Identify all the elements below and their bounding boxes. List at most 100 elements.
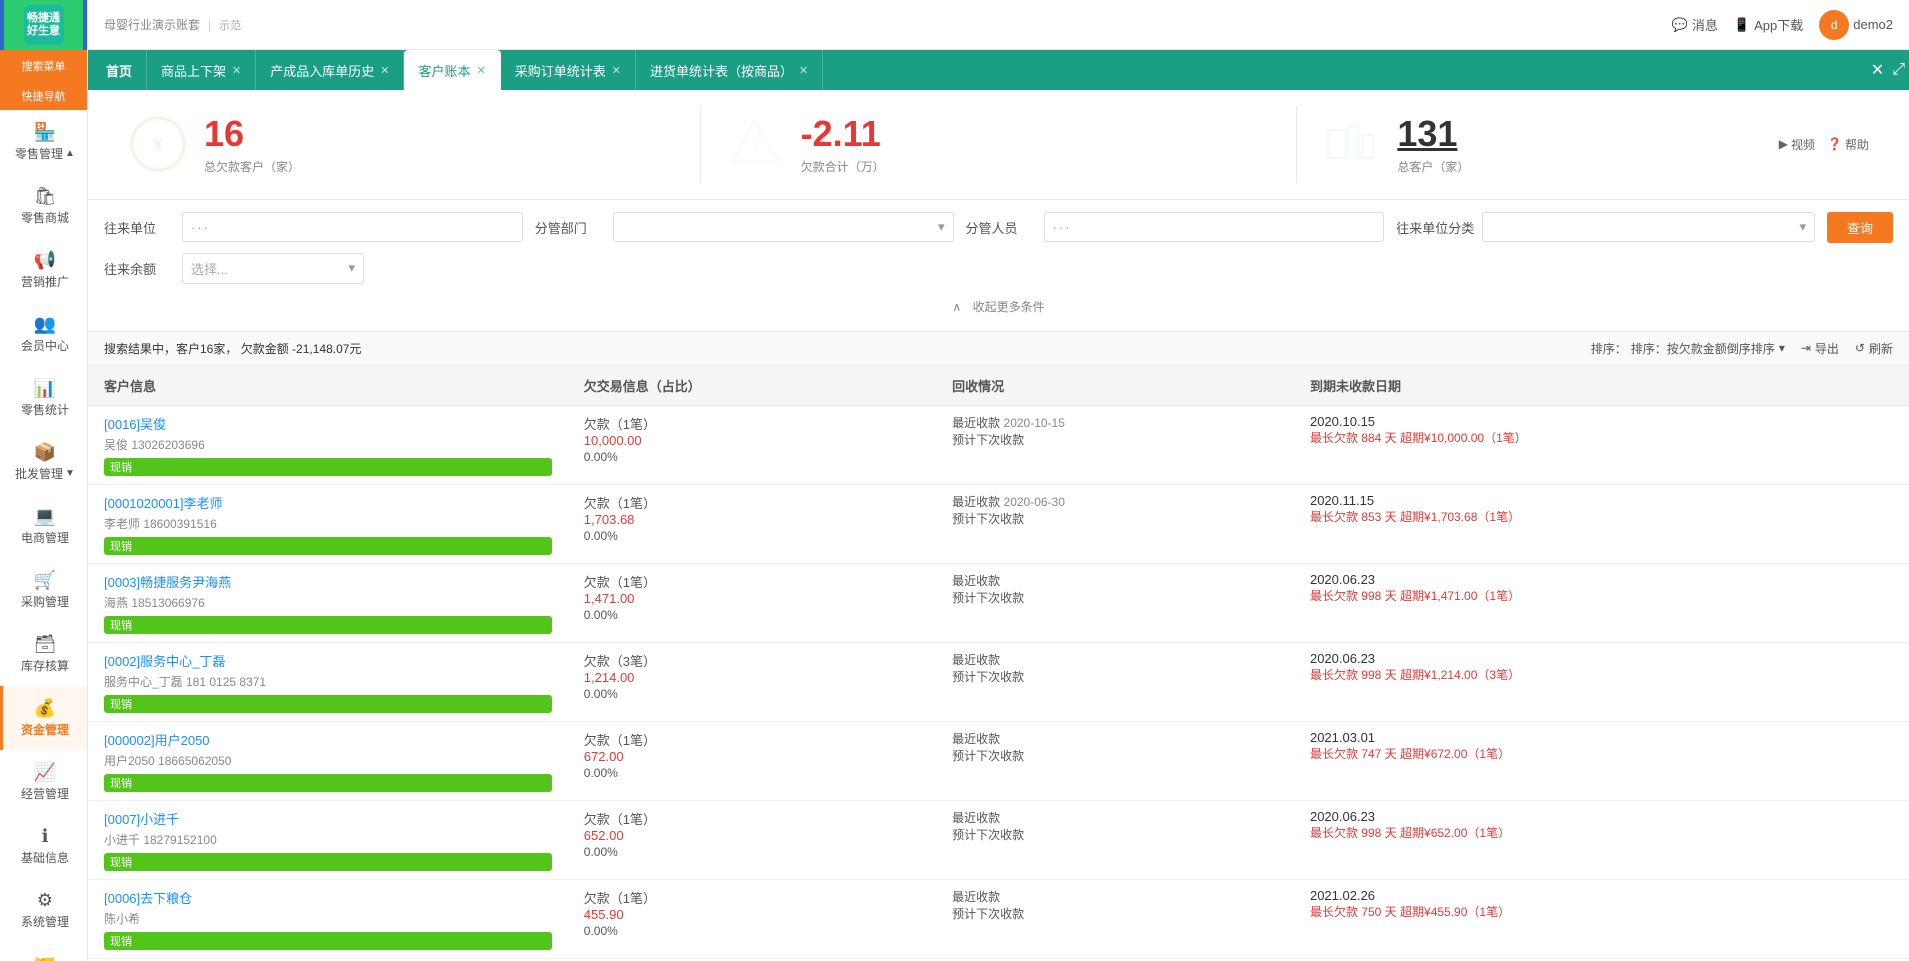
sidebar-item-basic-info[interactable]: ℹ 基础信息	[0, 814, 87, 878]
sidebar-item-retail-stats[interactable]: 📊 零售统计	[0, 366, 87, 430]
total-debt-customers-value: 16	[204, 114, 300, 154]
close-tab-product-history[interactable]: ✕	[380, 64, 389, 77]
customer-info-6: [0006]去下粮仓 陈小希 现销	[104, 888, 552, 950]
close-tab-customer-account[interactable]: ✕	[477, 64, 486, 77]
filter-area: 往来单位 ··· 分管部门 ▾ 分管人员	[88, 200, 1909, 332]
sidebar-search-menu[interactable]: 搜索菜单	[0, 50, 87, 82]
tab-purchase-order[interactable]: 采购订单统计表 ✕	[501, 50, 636, 90]
search-button[interactable]: 查询	[1827, 212, 1893, 243]
filter-balance: 往来余额 选择... ▾	[104, 253, 364, 284]
cell-customer-info-5: [0007]小进千 小进千 18279152100 现销	[88, 800, 568, 879]
cell-debt-info-2: 欠款（1笔） 1,471.00 0.00%	[568, 563, 936, 642]
sort-select[interactable]: 排序： 排序：按欠款金额倒序排序 ▾	[1591, 340, 1785, 357]
overdue-link-5[interactable]: 超期¥652.00（1笔）	[1400, 826, 1510, 840]
export-btn[interactable]: ⇥ 导出	[1801, 340, 1839, 357]
customer-info-3: [0002]服务中心_丁磊 服务中心_丁磊 181 0125 8371 现销	[104, 651, 552, 713]
tab-home[interactable]: 首页	[92, 50, 147, 90]
table-row: [0007]小进千 小进千 18279152100 现销 欠款（1笔） 652.…	[88, 800, 1909, 879]
cell-due-date-4: 2021.03.01 最长欠款 747 天 超期¥672.00（1笔）	[1294, 721, 1909, 800]
sort-label-text: 排序：	[1591, 340, 1627, 357]
sidebar-item-purchase[interactable]: 🛒 采购管理	[0, 558, 87, 622]
sidebar-item-finance[interactable]: 💰 资金管理	[0, 686, 87, 750]
account-label: 母婴行业演示账套	[104, 16, 200, 33]
overdue-days-4: 最长欠款 747 天 超期¥672.00（1笔）	[1310, 745, 1893, 762]
help-btn[interactable]: ❓ 帮助	[1827, 136, 1869, 153]
overdue-link-6[interactable]: 超期¥455.90（1笔）	[1400, 905, 1510, 919]
customer-name-link-1[interactable]: [0001020001]李老师	[104, 493, 552, 512]
cell-debt-info-3: 欠款（3笔） 1,214.00 0.00%	[568, 642, 936, 721]
refresh-icon: ↺	[1855, 341, 1865, 355]
cell-debt-info-6: 欠款（1笔） 455.90 0.00%	[568, 879, 936, 958]
cell-due-date-3: 2020.06.23 最长欠款 998 天 超期¥1,214.00（3笔）	[1294, 642, 1909, 721]
unit-category-select[interactable]: ▾	[1482, 212, 1815, 242]
col-debt-info: 欠交易信息（占比）	[568, 366, 936, 406]
close-tab-purchase-order[interactable]: ✕	[612, 64, 621, 77]
sidebar-item-batch-mgmt[interactable]: 📦 批发管理▼	[0, 430, 87, 494]
balance-select[interactable]: 选择... ▾	[182, 253, 364, 284]
debt-amount-0[interactable]: 10,000.00	[584, 433, 920, 448]
overdue-link-4[interactable]: 超期¥672.00（1笔）	[1400, 747, 1510, 761]
cell-collection-5: 最近收款 预计下次收款	[936, 800, 1294, 879]
debt-pct-5: 0.00%	[584, 845, 920, 859]
sidebar-item-enterprise[interactable]: 🤝 企业协同	[0, 942, 87, 961]
tabs-close-all-icon[interactable]: ✕	[1871, 60, 1884, 80]
sidebar-item-marketing[interactable]: 📢 营销推广	[0, 238, 87, 302]
sidebar: 畅捷通好生意 搜索菜单 快捷导航 🏪 零售管理▲ 🛍 零售商城 📢 营销推广	[0, 0, 88, 961]
help-icon: ❓	[1827, 137, 1842, 151]
customer-name-link-3[interactable]: [0002]服务中心_丁磊	[104, 651, 552, 670]
overdue-link-0[interactable]: 超期¥10,000.00（1笔）	[1400, 431, 1527, 445]
tab-product-history[interactable]: 产成品入库单历史 ✕	[256, 50, 404, 90]
customer-name-link-0[interactable]: [0016]吴俊	[104, 414, 552, 433]
sidebar-item-system[interactable]: ⚙ 系统管理	[0, 878, 87, 942]
close-tab-product-offline[interactable]: ✕	[232, 64, 241, 77]
customer-name-link-6[interactable]: [0006]去下粮仓	[104, 888, 552, 907]
debt-count-6: 欠款（1笔）	[584, 888, 920, 907]
manager-input[interactable]: ···	[1044, 212, 1385, 242]
sidebar-quick-nav[interactable]: 快捷导航	[0, 82, 87, 110]
source-unit-input[interactable]: ···	[182, 212, 523, 242]
department-arrow-icon: ▾	[938, 219, 945, 235]
customer-name-link-5[interactable]: [0007]小进千	[104, 809, 552, 828]
cell-collection-2: 最近收款 预计下次收款	[936, 563, 1294, 642]
due-date-2: 2020.06.23	[1310, 572, 1893, 587]
customer-name-link-4[interactable]: [000002]用户2050	[104, 730, 552, 749]
tab-inbound-stat[interactable]: 进货单统计表（按商品） ✕	[636, 50, 823, 90]
sidebar-item-retail-mall[interactable]: 🛍 零售商城	[0, 174, 87, 238]
customer-tag-6: 现销	[104, 932, 552, 950]
play-icon: ▶	[1779, 137, 1788, 151]
debt-amount-3[interactable]: 1,214.00	[584, 670, 920, 685]
app-download-btn[interactable]: 📱 App下载	[1734, 15, 1803, 34]
summary-card-debt-customers: ¥ 16 总欠款客户（家）	[104, 106, 701, 183]
debt-pct-1: 0.00%	[584, 529, 920, 543]
refresh-btn[interactable]: ↺ 刷新	[1855, 340, 1893, 357]
cell-due-date-6: 2021.02.26 最长欠款 750 天 超期¥455.90（1笔）	[1294, 879, 1909, 958]
overdue-link-3[interactable]: 超期¥1,214.00（3笔）	[1400, 668, 1520, 682]
tab-product-offline[interactable]: 商品上下架 ✕	[147, 50, 256, 90]
sidebar-item-retail-mgmt[interactable]: 🏪 零售管理▲	[0, 110, 87, 174]
department-label: 分管部门	[535, 218, 605, 237]
tabs-expand-icon[interactable]: ⤢	[1892, 61, 1905, 79]
debt-amount-5[interactable]: 652.00	[584, 828, 920, 843]
customer-info-0: [0016]吴俊 吴俊 13026203696 现销	[104, 414, 552, 476]
sidebar-item-inventory[interactable]: 🗃 库存核算	[0, 622, 87, 686]
sidebar-item-ecommerce[interactable]: 💻 电商管理	[0, 494, 87, 558]
summary-cards: ¥ 16 总欠款客户（家） !	[88, 90, 1909, 200]
view-btn[interactable]: ▶ 视频	[1779, 136, 1815, 153]
user-avatar[interactable]: d demo2	[1819, 10, 1893, 40]
next-collection-label-6: 预计下次收款	[952, 907, 1024, 921]
tab-customer-account[interactable]: 客户账本 ✕	[404, 50, 500, 90]
customer-name-link-2[interactable]: [0003]畅捷服务尹海燕	[104, 572, 552, 591]
department-select[interactable]: ▾	[613, 212, 954, 242]
debt-amount-2[interactable]: 1,471.00	[584, 591, 920, 606]
sidebar-item-business[interactable]: 📈 经营管理	[0, 750, 87, 814]
collapse-row[interactable]: ∧ 收起更多条件	[104, 294, 1893, 319]
data-table: 客户信息 欠交易信息（占比） 回收情况 到期未收款日期 [0016]吴俊 吴俊 …	[88, 366, 1909, 961]
overdue-link-1[interactable]: 超期¥1,703.68（1笔）	[1400, 510, 1520, 524]
message-btn[interactable]: 💬 消息	[1672, 15, 1718, 34]
debt-amount-6[interactable]: 455.90	[584, 907, 920, 922]
close-tab-inbound-stat[interactable]: ✕	[799, 64, 808, 77]
debt-amount-4[interactable]: 672.00	[584, 749, 920, 764]
debt-amount-1[interactable]: 1,703.68	[584, 512, 920, 527]
overdue-link-2[interactable]: 超期¥1,471.00（1笔）	[1400, 589, 1520, 603]
sidebar-item-member-center[interactable]: 👥 会员中心	[0, 302, 87, 366]
